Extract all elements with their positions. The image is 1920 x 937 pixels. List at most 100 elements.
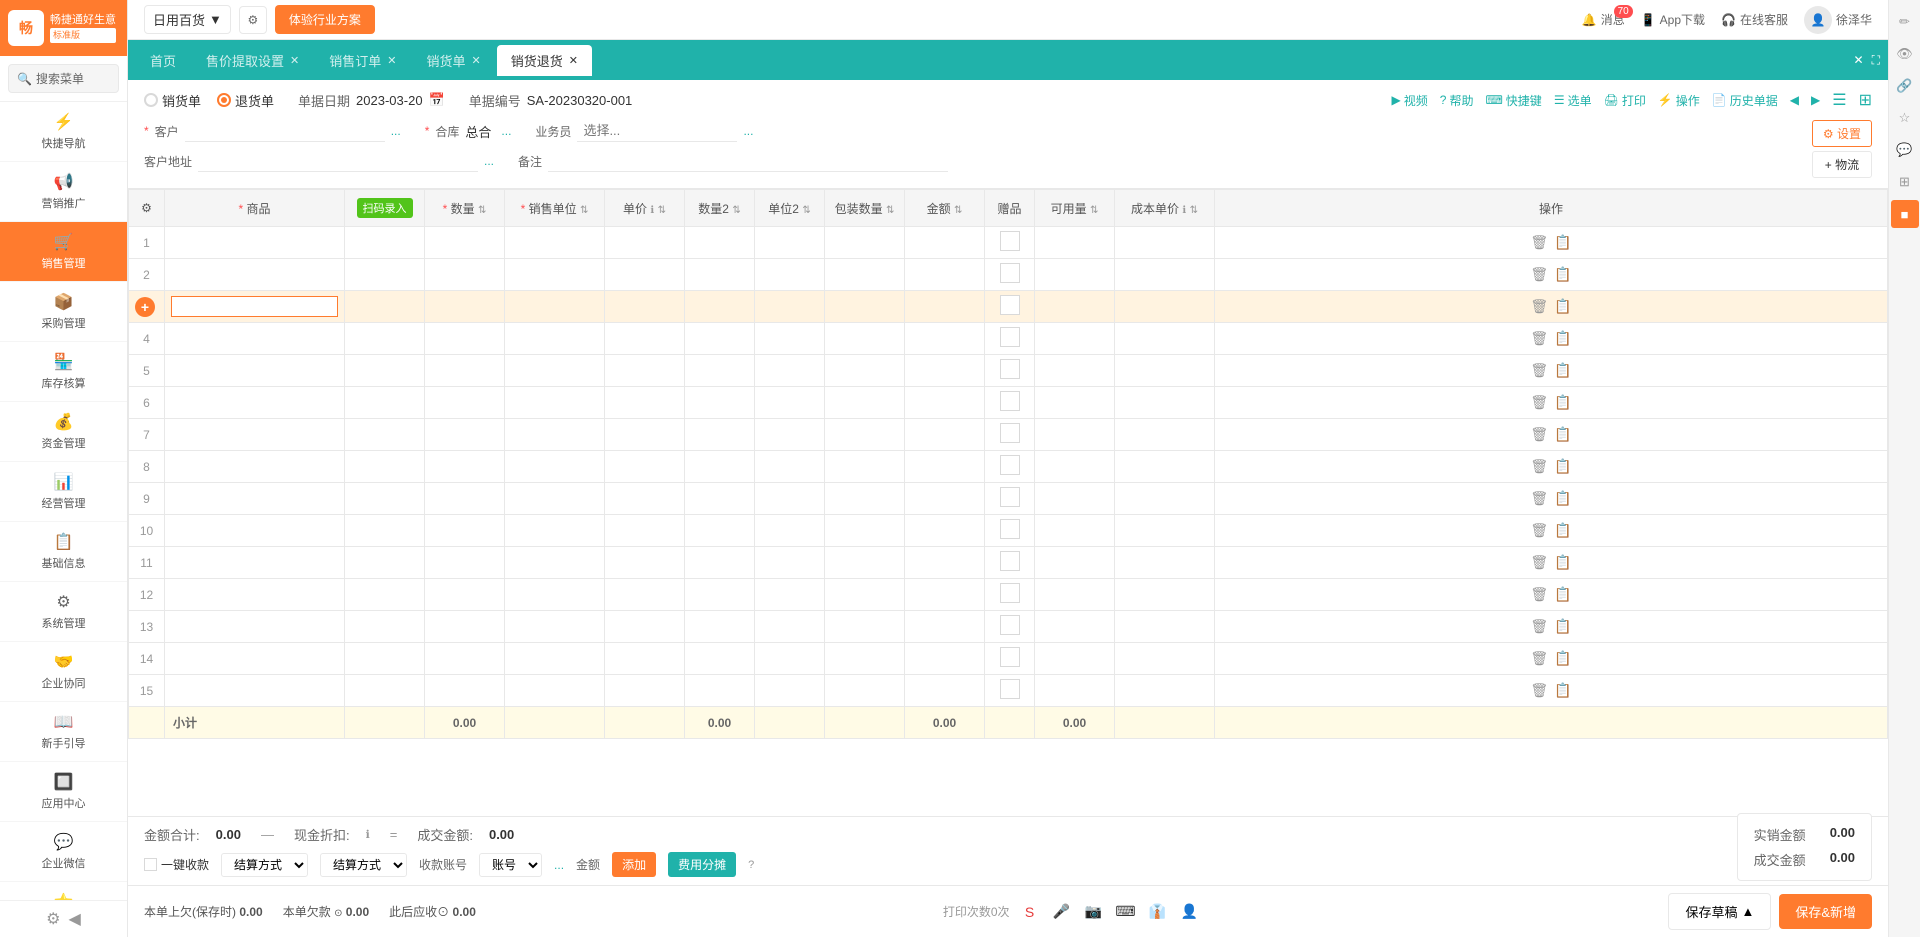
product-input-active[interactable] (171, 296, 338, 317)
delete-icon[interactable]: 🗑 (1530, 586, 1548, 603)
tab-sales-return[interactable]: 销货退货 ✕ (497, 45, 592, 76)
tab-maximize-icon[interactable]: ⛶ (1872, 53, 1880, 68)
sidebar-item-basic[interactable]: 📋 基础信息 (0, 522, 127, 582)
quantity2-cell[interactable] (685, 227, 755, 259)
unit-price-cell[interactable] (605, 227, 685, 259)
action-operate[interactable]: ⚡ 操作 (1658, 92, 1700, 109)
save-new-button[interactable]: 保存&新增 (1779, 894, 1872, 929)
sidebar-search[interactable]: 🔍 搜索菜单 (0, 56, 127, 102)
voice-icon[interactable]: 🎤 (1050, 900, 1074, 924)
note-input[interactable] (548, 150, 948, 172)
product-cell[interactable] (165, 227, 345, 259)
camera-icon[interactable]: 📷 (1082, 900, 1106, 924)
delete-icon[interactable]: 🗑 (1530, 458, 1548, 475)
delete-icon[interactable]: 🗑 (1530, 650, 1548, 667)
sidebar-item-system[interactable]: ⚙ 系统管理 (0, 582, 127, 642)
online-service-item[interactable]: 🎧 在线客服 (1721, 11, 1788, 28)
right-panel-star[interactable]: ☆ (1891, 104, 1919, 132)
unit2-cell[interactable] (755, 227, 825, 259)
account-dots-btn[interactable]: ... (554, 858, 564, 872)
gift-checkbox[interactable] (1000, 519, 1020, 539)
user-profile-item[interactable]: 👤 徐泽华 (1804, 6, 1872, 34)
gift-checkbox[interactable] (1000, 487, 1020, 507)
user2-icon[interactable]: 👤 (1178, 900, 1202, 924)
copy-icon[interactable]: 📋 (1554, 618, 1571, 635)
logistics-side-btn[interactable]: + 物流 (1812, 151, 1872, 178)
radio-return[interactable]: 退货单 (217, 91, 274, 110)
right-panel-active[interactable]: ■ (1891, 200, 1919, 228)
sidebar-item-inventory[interactable]: 🏪 库存核算 (0, 342, 127, 402)
available-cell[interactable] (1035, 227, 1115, 259)
sidebar-item-wechat[interactable]: 💬 企业微信 (0, 822, 127, 882)
tab-home[interactable]: 首页 (136, 45, 190, 76)
sales-unit-cell[interactable] (505, 227, 605, 259)
tab-close-sales-return[interactable]: ✕ (569, 54, 578, 67)
amount-cell[interactable] (905, 227, 985, 259)
copy-icon[interactable]: 📋 (1554, 682, 1571, 699)
history-prev-icon[interactable]: ◀ (1790, 93, 1799, 107)
delete-icon[interactable]: 🗑 (1530, 618, 1548, 635)
warehouse-select-btn[interactable]: ... (501, 124, 511, 138)
gift-checkbox[interactable] (1000, 583, 1020, 603)
gift-checkbox[interactable] (1000, 615, 1020, 635)
shirt-icon[interactable]: 👔 (1146, 900, 1170, 924)
sidebar-item-member[interactable]: ⭐ 畅会员 (0, 882, 127, 900)
sougou-icon[interactable]: S (1018, 900, 1042, 924)
add-row-button[interactable]: + (135, 297, 155, 317)
sidebar-settings-icon[interactable]: ⚙ (46, 909, 60, 929)
customer-input[interactable] (185, 120, 385, 142)
copy-icon[interactable]: 📋 (1554, 554, 1571, 571)
action-video[interactable]: ▶ 视频 (1392, 92, 1428, 109)
calendar-icon[interactable]: 📅 (429, 92, 445, 108)
sidebar-item-shortcut[interactable]: ⚡ 快捷导航 (0, 102, 127, 162)
calc-method-select[interactable]: 结算方式 (320, 853, 407, 877)
sidebar-item-apps[interactable]: 🔲 应用中心 (0, 762, 127, 822)
header-settings-button[interactable]: ⚙ (239, 6, 267, 34)
gift-checkbox[interactable] (1000, 359, 1020, 379)
copy-icon[interactable]: 📋 (1554, 394, 1571, 411)
gift-checkbox[interactable] (1000, 231, 1020, 251)
staff-select-btn[interactable]: ... (743, 124, 753, 138)
copy-icon[interactable]: 📋 (1554, 362, 1571, 379)
one-click-payment-checkbox[interactable] (144, 858, 157, 871)
staff-input[interactable] (577, 120, 737, 142)
copy-icon[interactable]: 📋 (1554, 522, 1571, 539)
copy-icon[interactable]: 📋 (1554, 458, 1571, 475)
tab-price-settings[interactable]: 售价提取设置 ✕ (192, 45, 313, 76)
copy-icon[interactable]: 📋 (1554, 298, 1571, 315)
gift-checkbox[interactable] (1000, 455, 1020, 475)
settle-method-select[interactable]: 结算方式 (221, 853, 308, 877)
view-grid-icon[interactable]: ⊞ (1859, 90, 1872, 110)
delete-icon[interactable]: 🗑 (1530, 522, 1548, 539)
sidebar-item-finance[interactable]: 💰 资金管理 (0, 402, 127, 462)
right-panel-chat[interactable]: 💬 (1891, 136, 1919, 164)
customer-select-btn[interactable]: ... (391, 124, 401, 138)
view-list-icon[interactable]: ☰ (1832, 90, 1846, 110)
gift-checkbox-active[interactable] (1000, 295, 1020, 315)
breadcrumb-select[interactable]: 日用百货 ▼ (144, 5, 231, 34)
copy-icon[interactable]: 📋 (1554, 490, 1571, 507)
address-select-btn[interactable]: ... (484, 154, 494, 168)
gift-checkbox[interactable] (1000, 647, 1020, 667)
copy-icon[interactable]: 📋 (1554, 266, 1571, 283)
search-menu-button[interactable]: 🔍 搜索菜单 (8, 64, 119, 93)
radio-sales[interactable]: 销货单 (144, 91, 201, 110)
sidebar-item-purchase[interactable]: 📦 采购管理 (0, 282, 127, 342)
quantity-cell[interactable] (425, 227, 505, 259)
add-payment-btn[interactable]: 添加 (612, 852, 656, 877)
delete-icon[interactable]: 🗑 (1530, 426, 1548, 443)
right-panel-eye[interactable]: 👁 (1891, 40, 1919, 68)
tab-sales-order[interactable]: 销售订单 ✕ (315, 45, 410, 76)
gift-checkbox[interactable] (1000, 551, 1020, 571)
copy-icon[interactable]: 📋 (1554, 234, 1571, 251)
tab-close-sales-delivery[interactable]: ✕ (472, 54, 481, 67)
tab-close-price-settings[interactable]: ✕ (290, 54, 299, 67)
action-print[interactable]: 🖨 打印 (1604, 92, 1646, 109)
action-shortcut[interactable]: ⌨ 快捷键 (1485, 92, 1541, 109)
gift-checkbox[interactable] (1000, 423, 1020, 443)
sidebar-item-marketing[interactable]: 📢 营销推广 (0, 162, 127, 222)
copy-icon[interactable]: 📋 (1554, 426, 1571, 443)
save-draft-button[interactable]: 保存草稿 ▲ (1668, 893, 1771, 930)
copy-icon[interactable]: 📋 (1554, 330, 1571, 347)
gift-checkbox[interactable] (1000, 327, 1020, 347)
